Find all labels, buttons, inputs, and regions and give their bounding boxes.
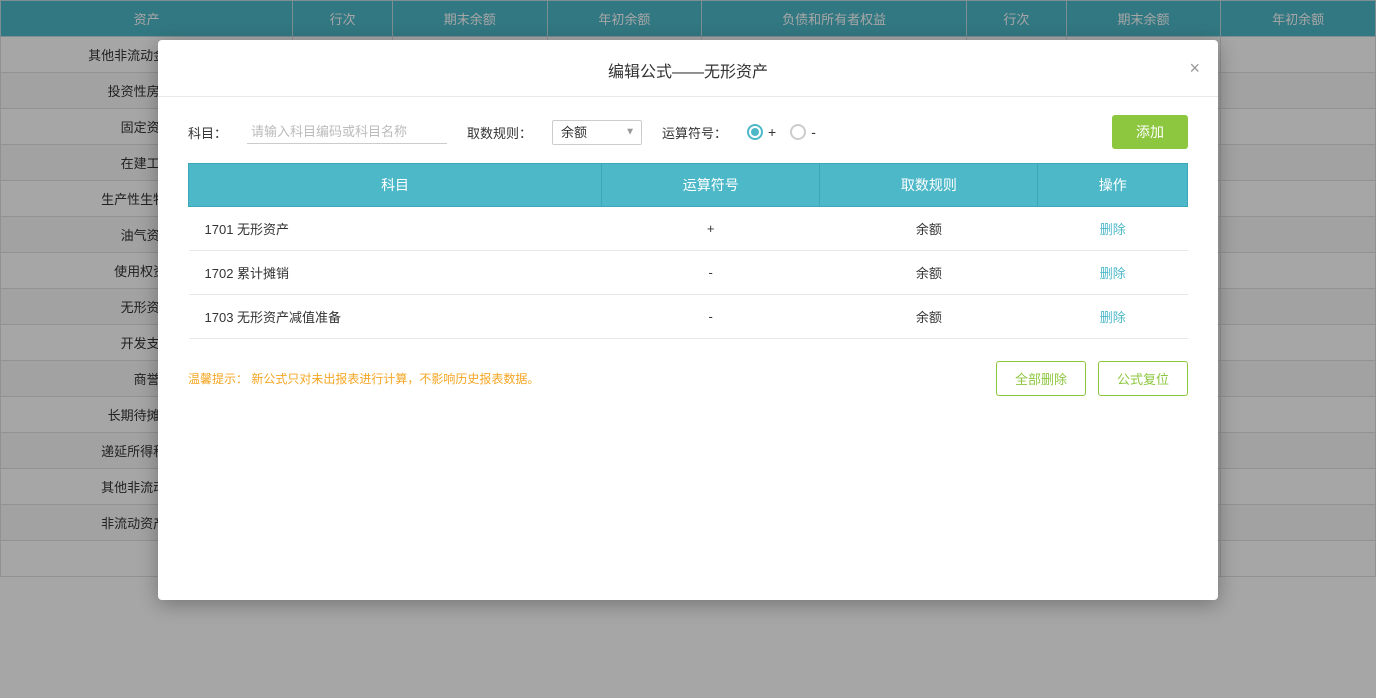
fetch-rule-select[interactable]: 余额 借方 贷方 借方发生额 贷方发生额 bbox=[552, 120, 642, 145]
modal-overlay: 编辑公式——无形资产 × 科目： 取数规则： 余额 借方 贷方 借方发生额 贷方… bbox=[0, 0, 1376, 698]
operator-plus-label: + bbox=[768, 124, 776, 140]
modal-close-button[interactable]: × bbox=[1189, 59, 1200, 77]
formula-action: 删除 bbox=[1038, 207, 1188, 251]
formula-fetch-rule: 余额 bbox=[820, 207, 1038, 251]
subject-input[interactable] bbox=[247, 120, 447, 144]
col-fetch-rule: 取数规则 bbox=[820, 164, 1038, 207]
footer-tip: 温馨提示： 新公式只对未出报表进行计算，不影响历史报表数据。 bbox=[188, 370, 539, 387]
formula-fetch-rule: 余额 bbox=[820, 295, 1038, 339]
formula-table-row: 1701 无形资产+余额 删除 bbox=[189, 207, 1188, 251]
delete-all-button[interactable]: 全部删除 bbox=[996, 361, 1086, 396]
fetch-rule-label: 取数规则： bbox=[467, 123, 532, 142]
fetch-rule-select-wrap: 余额 借方 贷方 借方发生额 贷方发生额 ▼ bbox=[552, 120, 642, 145]
modal-dialog: 编辑公式——无形资产 × 科目： 取数规则： 余额 借方 贷方 借方发生额 贷方… bbox=[158, 40, 1218, 600]
formula-operator: - bbox=[602, 251, 820, 295]
subject-label: 科目： bbox=[188, 123, 227, 142]
operator-label: 运算符号： bbox=[662, 123, 727, 142]
operator-group: + - bbox=[747, 124, 816, 140]
modal-footer: 温馨提示： 新公式只对未出报表进行计算，不影响历史报表数据。 全部删除 公式复位 bbox=[158, 339, 1218, 406]
delete-row-button[interactable]: 删除 bbox=[1100, 263, 1126, 282]
operator-minus-option[interactable]: - bbox=[790, 124, 816, 140]
delete-row-button[interactable]: 删除 bbox=[1100, 219, 1126, 238]
reset-formula-button[interactable]: 公式复位 bbox=[1098, 361, 1188, 396]
formula-table: 科目 运算符号 取数规则 操作 1701 无形资产+余额删除1702 累计摊销-… bbox=[188, 163, 1188, 339]
footer-tip-prefix: 温馨提示： bbox=[188, 372, 248, 386]
col-operator: 运算符号 bbox=[602, 164, 820, 207]
inner-table-wrap: 科目 运算符号 取数规则 操作 1701 无形资产+余额删除1702 累计摊销-… bbox=[158, 163, 1218, 339]
footer-buttons: 全部删除 公式复位 bbox=[996, 361, 1188, 396]
formula-table-row: 1703 无形资产减值准备-余额 删除 bbox=[189, 295, 1188, 339]
formula-action: 删除 bbox=[1038, 251, 1188, 295]
col-subject: 科目 bbox=[189, 164, 602, 207]
delete-row-button[interactable]: 删除 bbox=[1100, 307, 1126, 326]
add-button[interactable]: 添加 bbox=[1112, 115, 1188, 149]
modal-header: 编辑公式——无形资产 × bbox=[158, 40, 1218, 97]
formula-subject: 1703 无形资产减值准备 bbox=[189, 295, 602, 339]
formula-table-row: 1702 累计摊销-余额 删除 bbox=[189, 251, 1188, 295]
modal-title: 编辑公式——无形资产 bbox=[608, 58, 768, 82]
formula-subject: 1701 无形资产 bbox=[189, 207, 602, 251]
operator-plus-option[interactable]: + bbox=[747, 124, 776, 140]
formula-action: 删除 bbox=[1038, 295, 1188, 339]
formula-operator: - bbox=[602, 295, 820, 339]
operator-plus-radio[interactable] bbox=[747, 124, 763, 140]
formula-fetch-rule: 余额 bbox=[820, 251, 1038, 295]
operator-minus-radio[interactable] bbox=[790, 124, 806, 140]
formula-subject: 1702 累计摊销 bbox=[189, 251, 602, 295]
footer-tip-content: 新公式只对未出报表进行计算，不影响历史报表数据。 bbox=[251, 372, 539, 386]
operator-minus-label: - bbox=[811, 124, 816, 140]
col-action: 操作 bbox=[1038, 164, 1188, 207]
form-row: 科目： 取数规则： 余额 借方 贷方 借方发生额 贷方发生额 ▼ 运算符号： + bbox=[158, 97, 1218, 163]
formula-operator: + bbox=[602, 207, 820, 251]
